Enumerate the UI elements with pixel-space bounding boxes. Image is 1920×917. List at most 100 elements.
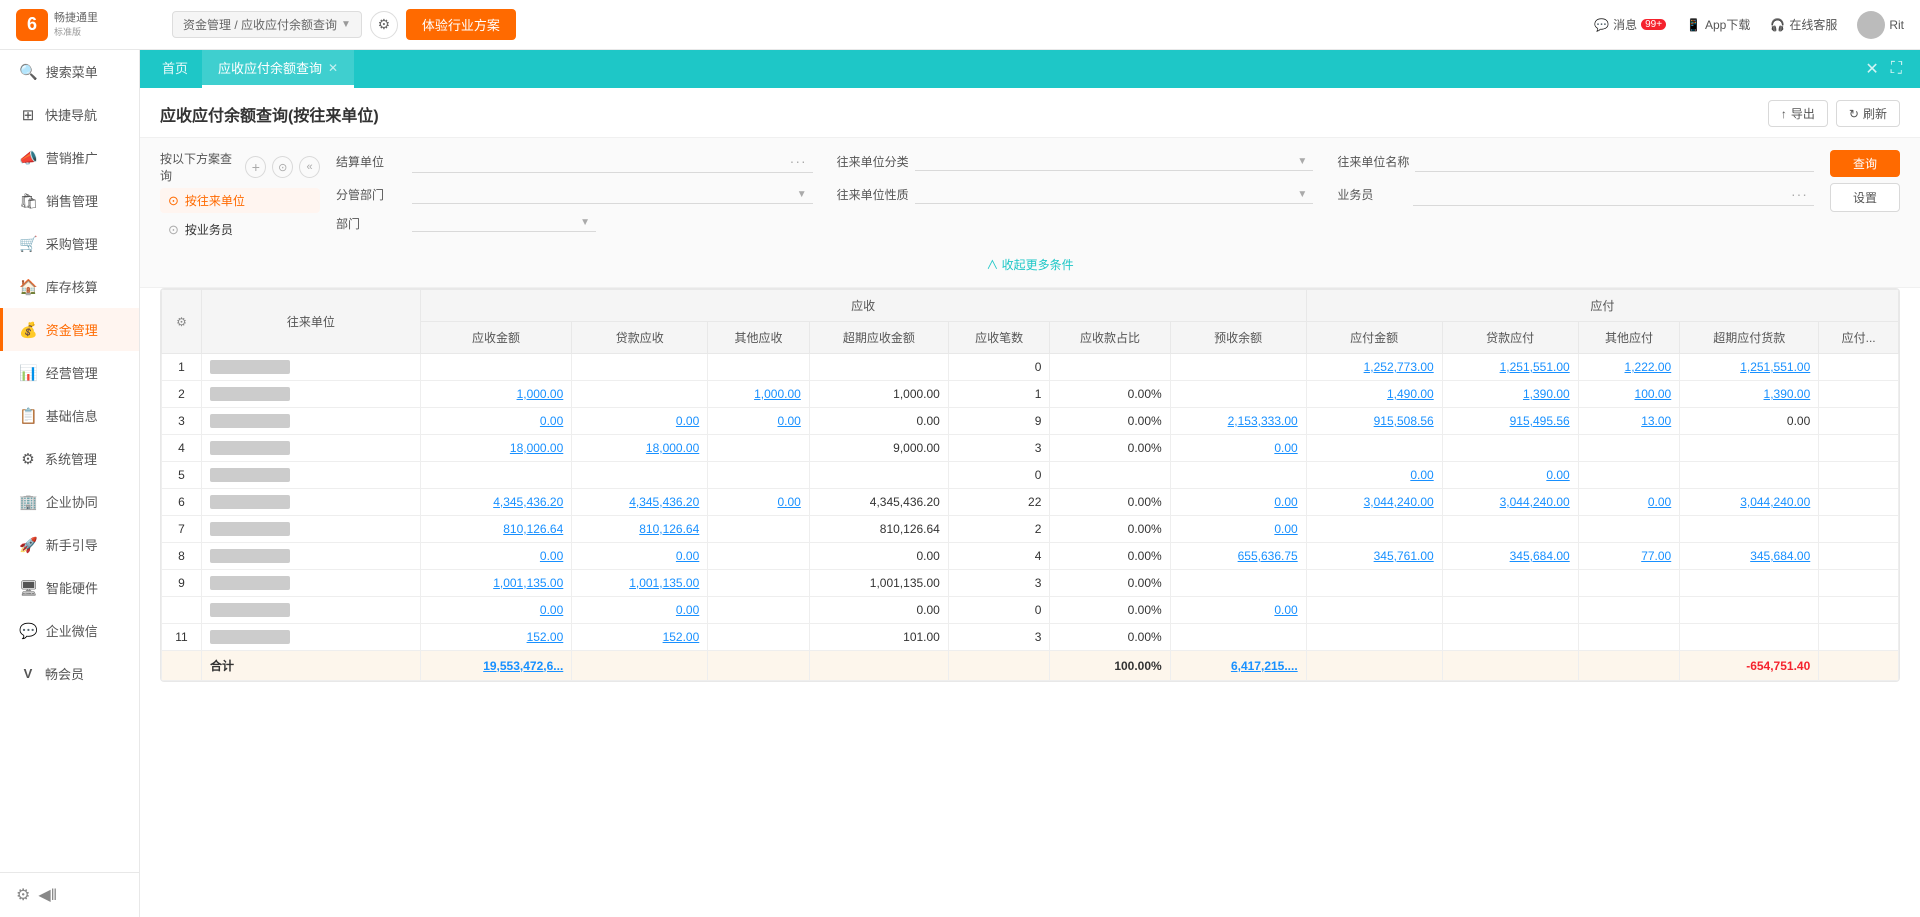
- sidebar-item-guide[interactable]: 🚀 新手引导: [0, 523, 139, 566]
- salesman-picker-icon[interactable]: ···: [1791, 186, 1808, 202]
- table-cell[interactable]: 3,044,240.00: [1680, 489, 1819, 516]
- refresh-button[interactable]: ↻ 刷新: [1836, 100, 1900, 127]
- settings-button[interactable]: 设置: [1830, 183, 1900, 212]
- sidebar-item-operations[interactable]: 📊 经营管理: [0, 351, 139, 394]
- table-cell[interactable]: 1,000.00: [708, 381, 810, 408]
- messages-button[interactable]: 💬 消息 99+: [1594, 16, 1666, 33]
- support-button[interactable]: 🎧 在线客服: [1770, 16, 1837, 33]
- table-cell[interactable]: 0.00: [1170, 435, 1306, 462]
- scheme-option-button[interactable]: ⊙: [272, 156, 293, 178]
- table-cell[interactable]: 3,044,240.00: [1306, 489, 1442, 516]
- partner-name-input[interactable]: [1415, 151, 1814, 172]
- table-cell[interactable]: 1,001,135.00: [420, 570, 572, 597]
- table-cell[interactable]: 345,761.00: [1306, 543, 1442, 570]
- salesman-input[interactable]: [1419, 187, 1791, 201]
- table-cell[interactable]: 18,000.00: [420, 435, 572, 462]
- sidebar-item-marketing[interactable]: 📣 营销推广: [0, 136, 139, 179]
- footer-ys-advance[interactable]: 6,417,215....: [1170, 651, 1306, 681]
- table-wrapper[interactable]: ⚙ 往来单位 应收 应付: [160, 288, 1900, 682]
- table-cell[interactable]: 0.00: [1306, 462, 1442, 489]
- table-cell[interactable]: 1,001,135.00: [572, 570, 708, 597]
- sidebar-item-quick-nav[interactable]: ⊞ 快捷导航: [0, 93, 139, 136]
- sidebar-item-inventory[interactable]: 🏠 库存核算: [0, 265, 139, 308]
- table-cell[interactable]: 345,684.00: [1442, 543, 1578, 570]
- table-cell[interactable]: 0.00: [1442, 462, 1578, 489]
- partner-category-select[interactable]: ▼: [915, 153, 1314, 171]
- scheme-collapse-button[interactable]: «: [299, 156, 320, 178]
- table-cell[interactable]: 3,044,240.00: [1442, 489, 1578, 516]
- table-cell[interactable]: 1,390.00: [1680, 381, 1819, 408]
- table-cell[interactable]: 1,490.00: [1306, 381, 1442, 408]
- table-cell[interactable]: 0.00: [420, 543, 572, 570]
- footer-ys-total[interactable]: 19,553,472,6...: [420, 651, 572, 681]
- table-cell[interactable]: 1,252,773.00: [1306, 354, 1442, 381]
- table-cell[interactable]: 810,126.64: [420, 516, 572, 543]
- sidebar-item-hardware[interactable]: 🖥 智能硬件: [0, 566, 139, 609]
- table-settings-icon[interactable]: ⚙: [176, 315, 187, 329]
- table-cell[interactable]: 4,345,436.20: [420, 489, 572, 516]
- table-cell[interactable]: 13.00: [1578, 408, 1680, 435]
- table-cell[interactable]: 1,251,551.00: [1680, 354, 1819, 381]
- table-cell[interactable]: 4,345,436.20: [572, 489, 708, 516]
- table-cell[interactable]: 810,126.64: [572, 516, 708, 543]
- table-cell[interactable]: 0.00: [572, 597, 708, 624]
- table-cell[interactable]: 1,222.00: [1578, 354, 1680, 381]
- table-cell[interactable]: 0.00: [572, 543, 708, 570]
- table-cell[interactable]: 1,390.00: [1442, 381, 1578, 408]
- close-window-icon[interactable]: ✕: [1863, 57, 1880, 81]
- sidebar-item-sales[interactable]: 🛍 销售管理: [0, 179, 139, 222]
- scheme-by-salesman[interactable]: ⊙ 按业务员: [160, 217, 320, 242]
- table-cell[interactable]: 152.00: [572, 624, 708, 651]
- gear-icon[interactable]: ⚙: [370, 11, 398, 39]
- table-cell[interactable]: 1,251,551.00: [1442, 354, 1578, 381]
- table-cell[interactable]: 0.00: [1170, 597, 1306, 624]
- table-cell[interactable]: 655,636.75: [1170, 543, 1306, 570]
- table-cell[interactable]: 345,684.00: [1680, 543, 1819, 570]
- table-cell[interactable]: 0.00: [1170, 489, 1306, 516]
- close-icon[interactable]: ✕: [328, 61, 338, 75]
- table-cell[interactable]: 0.00: [1170, 516, 1306, 543]
- settings-bottom-icon[interactable]: ⚙: [16, 885, 30, 905]
- department-select[interactable]: ▼: [412, 186, 813, 204]
- table-cell[interactable]: 0.00: [1578, 489, 1680, 516]
- user-area[interactable]: Rit: [1857, 11, 1904, 39]
- app-download-button[interactable]: 📱 App下载: [1686, 16, 1750, 33]
- maximize-icon[interactable]: ⛶: [1889, 58, 1904, 80]
- settlement-unit-input[interactable]: [418, 154, 790, 168]
- sidebar-item-basic-info[interactable]: 📋 基础信息: [0, 394, 139, 437]
- table-cell[interactable]: 915,508.56: [1306, 408, 1442, 435]
- th-settings[interactable]: ⚙: [162, 290, 202, 354]
- sidebar-item-funds[interactable]: 💰 资金管理: [0, 308, 139, 351]
- export-button[interactable]: ↑ 导出: [1768, 100, 1828, 127]
- sidebar-item-system[interactable]: ⚙ 系统管理: [0, 437, 139, 480]
- sidebar-item-enterprise[interactable]: 🏢 企业协同: [0, 480, 139, 523]
- dept-select[interactable]: ▼: [412, 214, 596, 232]
- table-cell[interactable]: 0.00: [708, 408, 810, 435]
- add-scheme-button[interactable]: +: [245, 156, 266, 178]
- sidebar-item-search-menu[interactable]: 🔍 搜索菜单: [0, 50, 139, 93]
- sidebar-item-weixin[interactable]: 💬 企业微信: [0, 609, 139, 652]
- table-cell[interactable]: 1,000.00: [420, 381, 572, 408]
- table-cell[interactable]: 0.00: [420, 597, 572, 624]
- top-nav-breadcrumb[interactable]: 资金管理 / 应收应付余额查询 ▼: [172, 11, 362, 38]
- tab-home[interactable]: 首页: [148, 50, 202, 88]
- scheme-by-partner[interactable]: ⊙ 按往来单位: [160, 188, 320, 213]
- partner-nature-select[interactable]: ▼: [915, 186, 1314, 204]
- table-cell[interactable]: 100.00: [1578, 381, 1680, 408]
- table-cell[interactable]: 915,495.56: [1442, 408, 1578, 435]
- tab-receivable-payable[interactable]: 应收应付余额查询 ✕: [202, 50, 354, 88]
- table-cell[interactable]: 152.00: [420, 624, 572, 651]
- sidebar-item-purchase[interactable]: 🛒 采购管理: [0, 222, 139, 265]
- table-cell[interactable]: 77.00: [1578, 543, 1680, 570]
- table-cell[interactable]: 0.00: [420, 408, 572, 435]
- table-cell[interactable]: 18,000.00: [572, 435, 708, 462]
- table-cell[interactable]: 0.00: [572, 408, 708, 435]
- settlement-unit-picker-icon[interactable]: ···: [790, 153, 807, 169]
- sidebar-item-member[interactable]: V 畅会员: [0, 652, 139, 695]
- query-button[interactable]: 查询: [1830, 150, 1900, 177]
- collapse-sidebar-icon[interactable]: ◀‖: [38, 885, 57, 905]
- table-cell[interactable]: 0.00: [708, 489, 810, 516]
- collapse-more-button[interactable]: ∧ 收起更多条件: [160, 252, 1900, 275]
- solution-button[interactable]: 体验行业方案: [406, 9, 516, 40]
- table-cell[interactable]: 2,153,333.00: [1170, 408, 1306, 435]
